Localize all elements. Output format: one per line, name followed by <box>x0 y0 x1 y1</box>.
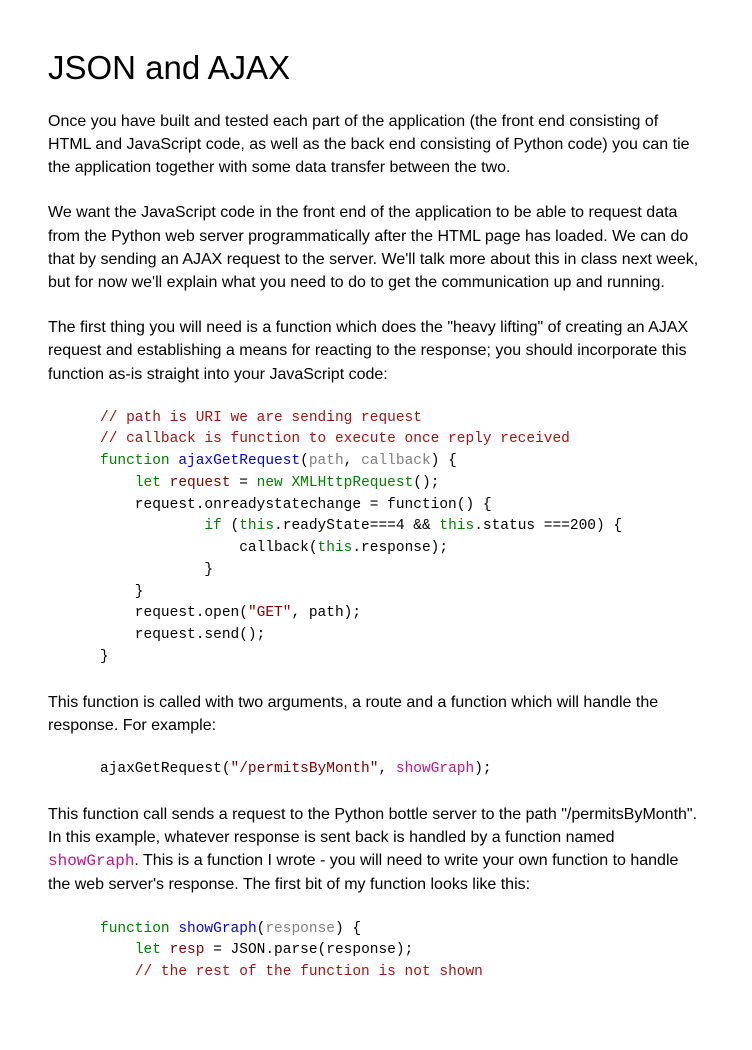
code-keyword: function <box>100 453 170 469</box>
code-block: ajaxGetRequest("/permitsByMonth", showGr… <box>48 759 704 781</box>
code-comment: // callback is function to execute once … <box>100 431 570 447</box>
code-fn-name: ajaxGetRequest <box>178 453 300 469</box>
code-var: resp <box>170 942 205 958</box>
paragraph: We want the JavaScript code in the front… <box>48 201 704 294</box>
code-fn-name: showGraph <box>178 921 256 937</box>
paragraph-text: This function call sends a request to th… <box>48 806 697 846</box>
inline-code: showGraph <box>48 852 134 870</box>
code-var: request <box>170 475 231 491</box>
paragraph-text: . This is a function I wrote - you will … <box>48 852 678 893</box>
code-param: callback <box>361 453 431 469</box>
code-keyword: new <box>257 475 283 491</box>
code-this: this <box>318 540 353 556</box>
code-string: "/permitsByMonth" <box>231 761 379 777</box>
code-string: "GET" <box>248 605 292 621</box>
paragraph: The first thing you will need is a funct… <box>48 316 704 386</box>
code-keyword: let <box>135 475 161 491</box>
code-text: request.open( <box>100 605 248 621</box>
code-block: function showGraph(response) { let resp … <box>48 919 704 984</box>
code-text: .status ===200) { <box>474 518 622 534</box>
code-brace: } <box>100 562 213 578</box>
paragraph: This function is called with two argumen… <box>48 691 704 737</box>
code-keyword: function <box>100 921 170 937</box>
code-call-name: showGraph <box>396 761 474 777</box>
page-title: JSON and AJAX <box>48 44 704 92</box>
code-text: callback( <box>100 540 318 556</box>
code-text: = JSON.parse(response); <box>204 942 413 958</box>
paragraph: This function call sends a request to th… <box>48 803 704 897</box>
code-type: XMLHttpRequest <box>291 475 413 491</box>
code-text: request.send(); <box>100 627 265 643</box>
code-keyword: let <box>135 942 161 958</box>
code-brace: } <box>100 649 109 665</box>
code-text: , path); <box>291 605 361 621</box>
code-text: .readyState===4 && <box>274 518 439 534</box>
code-this: this <box>439 518 474 534</box>
code-fn-call: ajaxGetRequest <box>100 761 222 777</box>
code-text: .response); <box>352 540 448 556</box>
code-comment: // path is URI we are sending request <box>100 410 422 426</box>
code-comment: // the rest of the function is not shown <box>135 964 483 980</box>
code-param: path <box>309 453 344 469</box>
code-param: response <box>265 921 335 937</box>
code-keyword: if <box>204 518 221 534</box>
code-line: request.onreadystatechange = function() … <box>100 497 492 513</box>
paragraph: Once you have built and tested each part… <box>48 110 704 180</box>
code-block: // path is URI we are sending request //… <box>48 408 704 669</box>
code-brace: } <box>100 584 144 600</box>
code-this: this <box>239 518 274 534</box>
